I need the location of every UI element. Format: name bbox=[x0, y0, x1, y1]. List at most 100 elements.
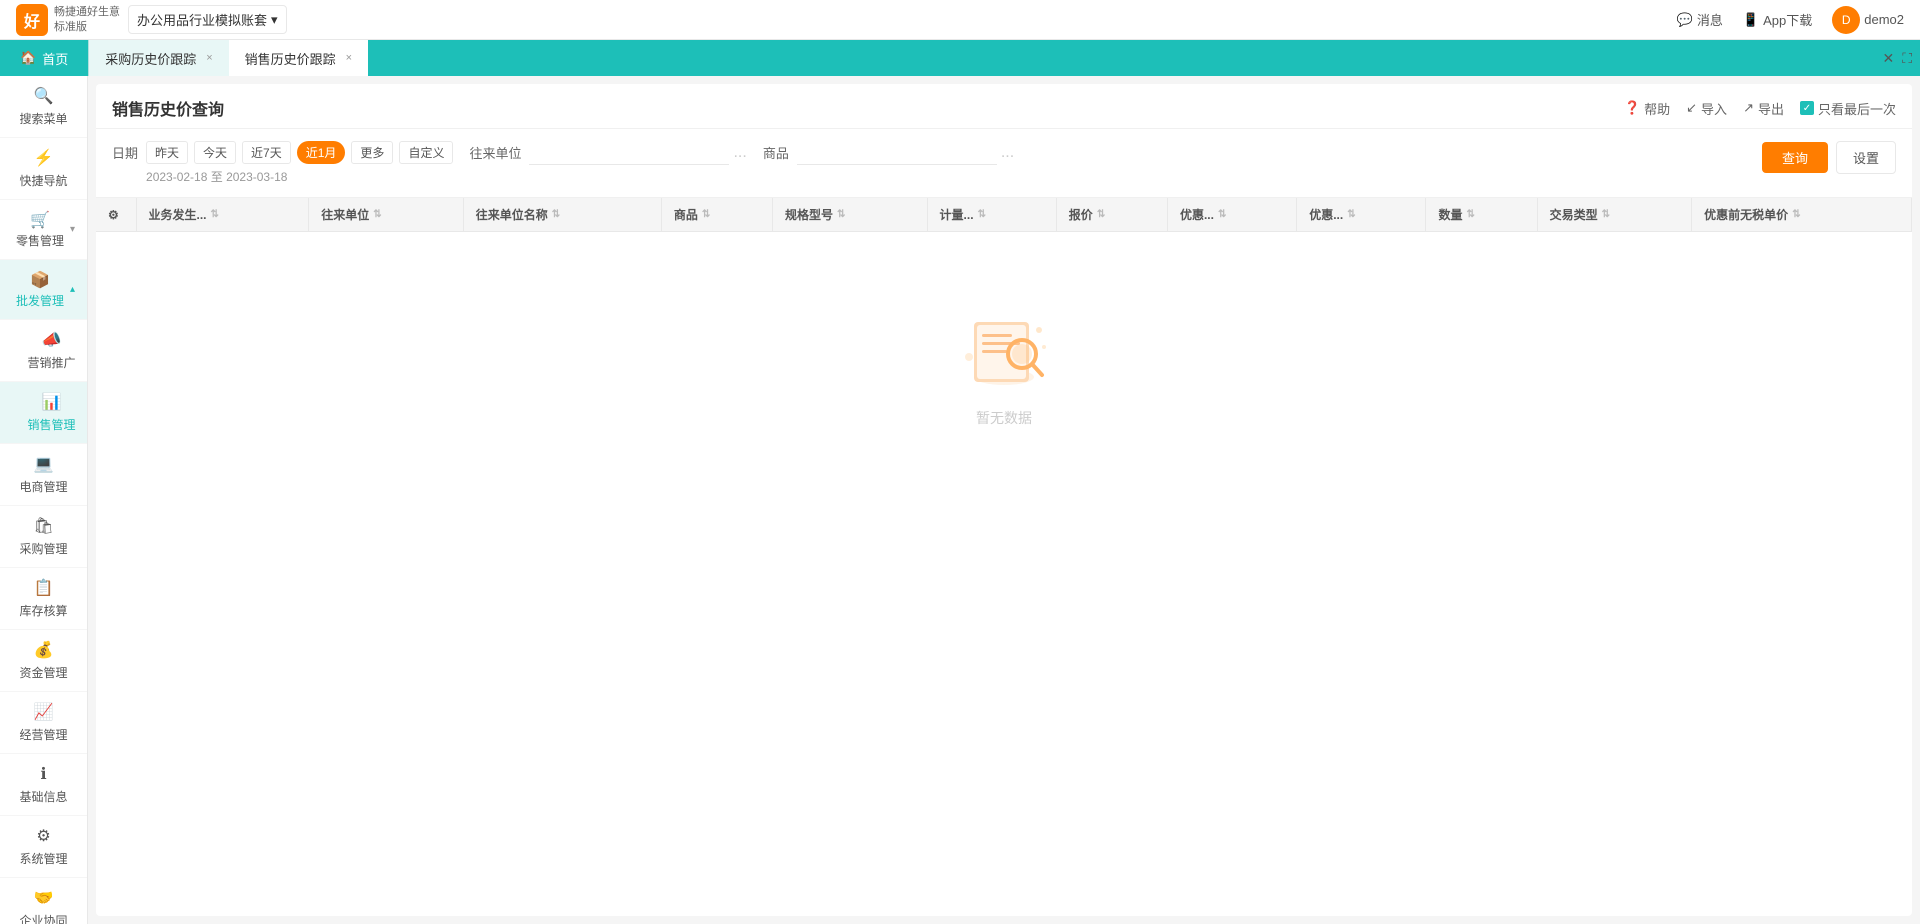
help-btn[interactable]: ❓ 帮助 bbox=[1624, 99, 1670, 118]
date-label: 日期 bbox=[112, 141, 138, 162]
home-icon: 🏠 bbox=[20, 50, 36, 66]
col-deal-type[interactable]: 交易类型 ⇅ bbox=[1537, 198, 1692, 232]
message-btn[interactable]: 💬 消息 bbox=[1677, 10, 1723, 29]
sort-icon: ⇅ bbox=[1602, 209, 1610, 220]
date-btn-1month[interactable]: 近1月 bbox=[297, 141, 346, 164]
sort-icon: ⇅ bbox=[1218, 209, 1226, 220]
date-options-container: 昨天 今天 近7天 近1月 更多 自定义 2023-02-18 至 2023-0… bbox=[146, 141, 453, 185]
tab1-close-btn[interactable]: × bbox=[206, 52, 212, 64]
date-btn-more[interactable]: 更多 bbox=[351, 141, 393, 164]
sidebar-item-inventory[interactable]: 📋 库存核算 bbox=[0, 568, 87, 630]
sort-icon: ⇅ bbox=[837, 209, 845, 220]
table-header-row: ⚙ 业务发生... ⇅ 往来单位 bbox=[96, 198, 1912, 232]
date-btn-custom[interactable]: 自定义 bbox=[399, 141, 453, 164]
col-biz-date[interactable]: 业务发生... ⇅ bbox=[136, 198, 309, 232]
page-container: 销售历史价查询 ❓ 帮助 ↙ 导入 ↗ 导出 ✓ bbox=[96, 84, 1912, 916]
sort-icon: ⇅ bbox=[552, 209, 560, 220]
tab-bar: 🏠 首页 采购历史价跟踪 × 销售历史价跟踪 × ✕ ⛶ bbox=[0, 40, 1920, 76]
product-picker-btn[interactable]: ... bbox=[1001, 144, 1014, 162]
col-spec[interactable]: 规格型号 ⇅ bbox=[772, 198, 927, 232]
chevron-down-icon: ▾ bbox=[271, 12, 278, 28]
export-icon: ↗ bbox=[1743, 100, 1754, 116]
query-btn[interactable]: 查询 bbox=[1762, 142, 1828, 173]
col-partner-code[interactable]: 往来单位 ⇅ bbox=[309, 198, 464, 232]
col-pre-tax[interactable]: 优惠前无税单价 ⇅ bbox=[1692, 198, 1912, 232]
tab-home[interactable]: 🏠 首页 bbox=[0, 40, 88, 76]
sidebar-item-retail[interactable]: 🛒 零售管理 ▾ bbox=[0, 200, 87, 260]
tab-close-all-btn[interactable]: ✕ bbox=[1882, 50, 1894, 67]
col-unit[interactable]: 计量... ⇅ bbox=[927, 198, 1056, 232]
user-menu[interactable]: D demo2 bbox=[1832, 6, 1904, 34]
sidebar-item-ecommerce[interactable]: 💻 电商管理 bbox=[0, 444, 87, 506]
col-qty[interactable]: 数量 ⇅ bbox=[1426, 198, 1537, 232]
checkbox-icon: ✓ bbox=[1800, 101, 1814, 115]
sidebar-item-search[interactable]: 🔍 搜索菜单 bbox=[0, 76, 87, 138]
sidebar-item-system[interactable]: ⚙ 系统管理 bbox=[0, 816, 87, 878]
top-bar-left: 好 畅捷通好生意 标准版 办公用品行业模拟账套 ▾ bbox=[16, 4, 287, 36]
date-filter-group: 日期 昨天 今天 近7天 近1月 更多 自定义 2023-02-18 至 202… bbox=[112, 141, 453, 185]
tab2-close-btn[interactable]: × bbox=[346, 52, 352, 64]
top-bar: 好 畅捷通好生意 标准版 办公用品行业模拟账套 ▾ 💬 消息 📱 App下载 D… bbox=[0, 0, 1920, 40]
settings-btn[interactable]: 设置 bbox=[1836, 141, 1896, 174]
sort-icon: ⇅ bbox=[373, 209, 381, 220]
app-logo: 好 bbox=[16, 4, 48, 36]
sidebar-item-finance[interactable]: 💰 资金管理 bbox=[0, 630, 87, 692]
sort-icon: ⇅ bbox=[978, 209, 986, 220]
sort-icon: ⇅ bbox=[211, 209, 219, 220]
page-header-actions: ❓ 帮助 ↙ 导入 ↗ 导出 ✓ 只看最后一次 bbox=[1624, 99, 1896, 118]
col-discount1[interactable]: 优惠... ⇅ bbox=[1167, 198, 1296, 232]
help-icon: ❓ bbox=[1624, 100, 1640, 116]
product-input[interactable] bbox=[797, 141, 997, 165]
tab-sales-history[interactable]: 销售历史价跟踪 × bbox=[229, 40, 368, 76]
col-discount2[interactable]: 优惠... ⇅ bbox=[1297, 198, 1426, 232]
sort-icon: ⇅ bbox=[1097, 209, 1105, 220]
product-input-group: ... bbox=[797, 141, 1014, 165]
partner-picker-btn[interactable]: ... bbox=[733, 144, 746, 162]
partner-filter-group: 往来单位 ... bbox=[469, 141, 746, 165]
sidebar-item-basic-info[interactable]: ℹ 基础信息 bbox=[0, 754, 87, 816]
table-area: ⚙ 业务发生... ⇅ 往来单位 bbox=[96, 198, 1912, 916]
ecommerce-icon: 💻 bbox=[34, 454, 54, 474]
operations-icon: 📈 bbox=[34, 702, 54, 722]
date-btn-today[interactable]: 今天 bbox=[194, 141, 236, 164]
date-btn-7days[interactable]: 近7天 bbox=[242, 141, 291, 164]
account-selector[interactable]: 办公用品行业模拟账套 ▾ bbox=[128, 5, 287, 34]
tab-purchase-history[interactable]: 采购历史价跟踪 × bbox=[88, 40, 228, 76]
import-btn[interactable]: ↙ 导入 bbox=[1686, 99, 1727, 118]
page-title: 销售历史价查询 bbox=[112, 96, 224, 120]
purchase-icon: 🛍 bbox=[33, 516, 53, 536]
sidebar-item-operations[interactable]: 📈 经营管理 bbox=[0, 692, 87, 754]
partner-input[interactable] bbox=[529, 141, 729, 165]
message-icon: 💬 bbox=[1677, 12, 1693, 28]
only-last-checkbox[interactable]: ✓ 只看最后一次 bbox=[1800, 99, 1896, 118]
sort-icon: ⇅ bbox=[1466, 209, 1474, 220]
sidebar-item-wholesale[interactable]: 📦 批发管理 ▴ bbox=[0, 260, 87, 320]
collab-icon: 🤝 bbox=[34, 888, 54, 908]
top-bar-right: 💬 消息 📱 App下载 D demo2 bbox=[1677, 6, 1904, 34]
page-header: 销售历史价查询 ❓ 帮助 ↙ 导入 ↗ 导出 ✓ bbox=[96, 84, 1912, 129]
sidebar-item-shortcuts[interactable]: ⚡ 快捷导航 bbox=[0, 138, 87, 200]
marketing-icon: 📣 bbox=[42, 330, 62, 350]
product-filter-group: 商品 ... bbox=[763, 141, 1014, 165]
sidebar-item-sales[interactable]: 📊 销售管理 bbox=[0, 382, 87, 444]
col-quote[interactable]: 报价 ⇅ bbox=[1056, 198, 1167, 232]
sidebar-item-marketing[interactable]: 📣 营销推广 bbox=[0, 320, 87, 382]
col-settings[interactable]: ⚙ bbox=[96, 198, 136, 232]
date-option-buttons: 昨天 今天 近7天 近1月 更多 自定义 bbox=[146, 141, 453, 164]
col-product[interactable]: 商品 ⇅ bbox=[661, 198, 772, 232]
tab-maximize-btn[interactable]: ⛶ bbox=[1902, 50, 1912, 67]
export-btn[interactable]: ↗ 导出 bbox=[1743, 99, 1784, 118]
sales-icon: 📊 bbox=[42, 392, 62, 412]
settings-icon: ⚙ bbox=[108, 208, 119, 222]
sidebar: 🔍 搜索菜单 ⚡ 快捷导航 🛒 零售管理 ▾ 📦 批发管理 ▴ 📣 营销推广 bbox=[0, 76, 88, 924]
date-btn-yesterday[interactable]: 昨天 bbox=[146, 141, 188, 164]
sidebar-item-enterprise-collab[interactable]: 🤝 企业协同 bbox=[0, 878, 87, 924]
app-download-btn[interactable]: 📱 App下载 bbox=[1743, 10, 1812, 29]
content-area: 销售历史价查询 ❓ 帮助 ↙ 导入 ↗ 导出 ✓ bbox=[88, 76, 1920, 924]
col-partner-name[interactable]: 往来单位名称 ⇅ bbox=[463, 198, 661, 232]
wholesale-icon: 📦 bbox=[30, 270, 50, 290]
sidebar-item-purchase[interactable]: 🛍 采购管理 bbox=[0, 506, 87, 568]
sort-icon: ⇅ bbox=[1347, 209, 1355, 220]
main-layout: 🔍 搜索菜单 ⚡ 快捷导航 🛒 零售管理 ▾ 📦 批发管理 ▴ 📣 营销推广 bbox=[0, 76, 1920, 924]
search-icon: 🔍 bbox=[34, 86, 54, 106]
